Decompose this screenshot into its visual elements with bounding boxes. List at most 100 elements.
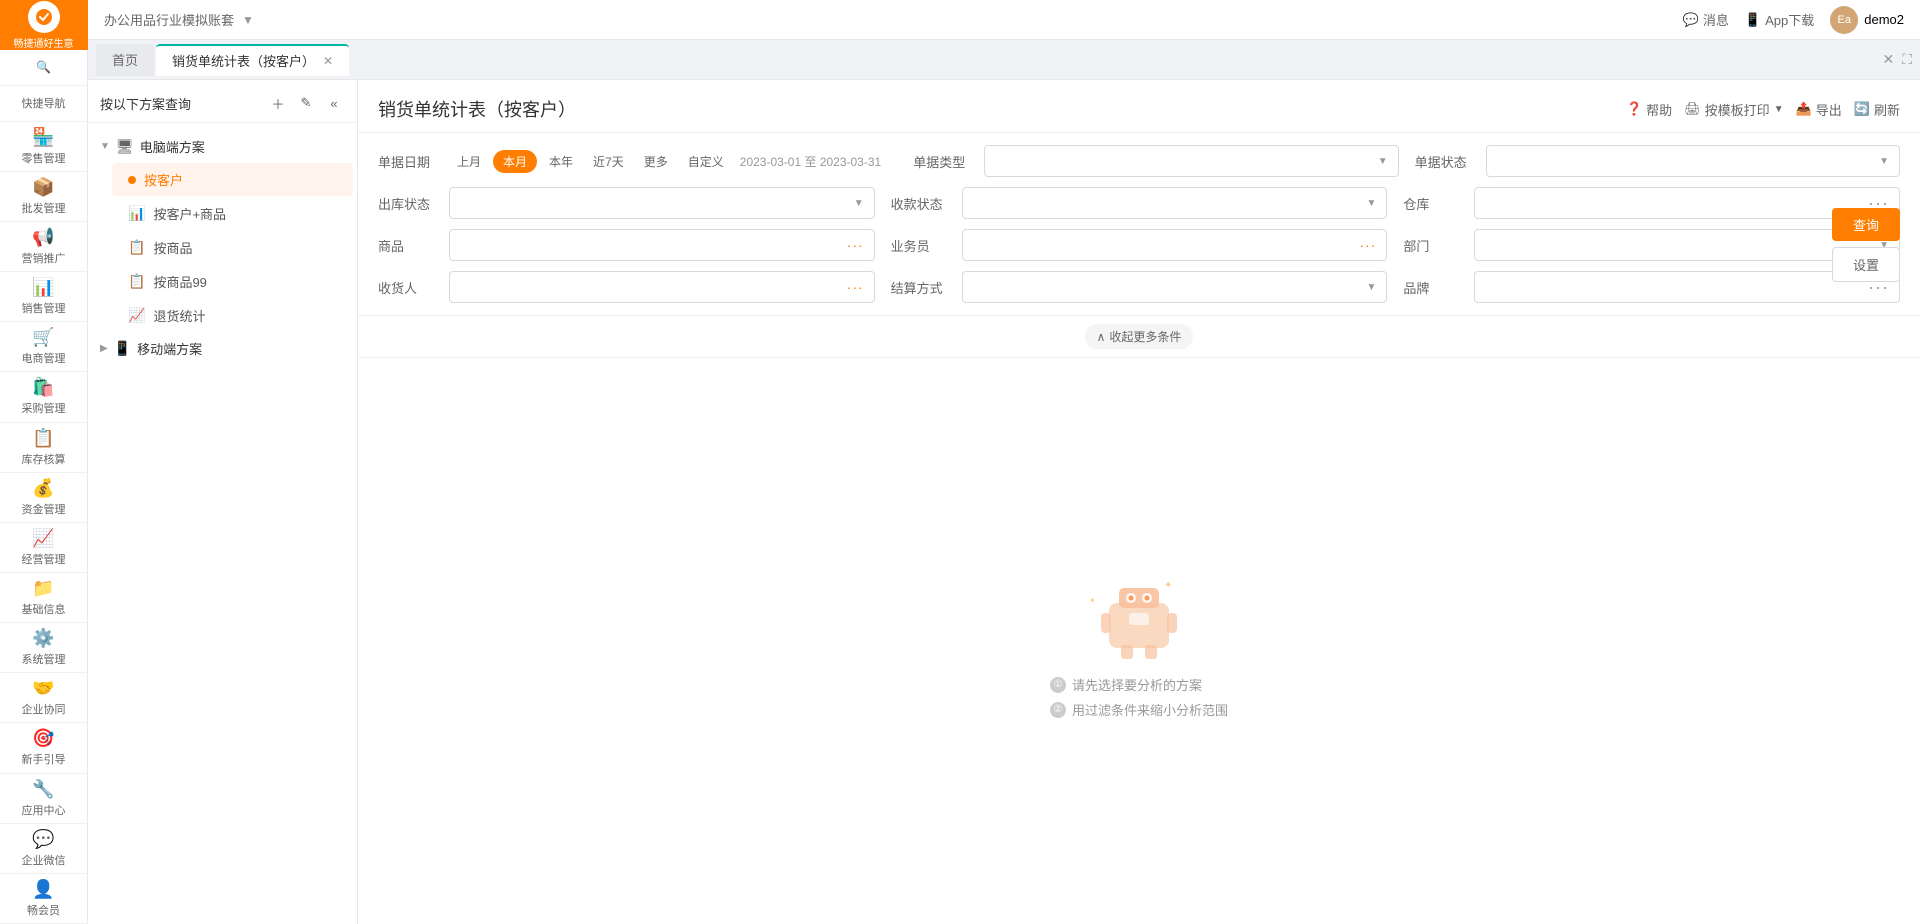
date-this-year[interactable]: 本年 [541, 150, 581, 173]
sidebar-item-system[interactable]: ⚙️ 系统管理 [0, 623, 88, 673]
sidebar-label-marketing: 营销推广 [22, 250, 66, 266]
doc-status-select[interactable]: ▼ [1486, 145, 1900, 177]
payment-label: 结算方式 [891, 278, 946, 297]
expand-tab-btn[interactable]: ⛶ [1902, 51, 1912, 68]
scheme-return-stat-label: 退货统计 [153, 306, 205, 325]
scheme-by-goods[interactable]: 📋 按商品 [112, 231, 353, 264]
avatar: Ea [1830, 6, 1858, 34]
sidebar-item-wechat[interactable]: 💬 企业微信 [0, 824, 88, 874]
collapse-btn[interactable]: ∧ 收起更多条件 [1085, 324, 1194, 349]
content-area: 按以下方案查询 ＋ ✎ « ▼ [88, 80, 1920, 924]
sidebar-item-operations[interactable]: 📈 经营管理 [0, 523, 88, 573]
salesperson-label: 业务员 [891, 236, 946, 255]
wholesale-icon: 📦 [32, 177, 54, 198]
filter-row-1: 单据日期 上月 本月 本年 近7天 更多 自定义 2023-03-01 至 20… [378, 145, 1900, 177]
sidebar-item-app[interactable]: 🔧 应用中心 [0, 774, 88, 824]
finance-icon: 💰 [32, 478, 54, 499]
desktop-icon: 🖥 [116, 138, 134, 155]
tip-text-2: 用过滤条件来缩小分析范围 [1072, 700, 1228, 719]
date-label: 单据日期 [378, 152, 433, 171]
svg-text:✦: ✦ [1164, 580, 1172, 591]
doc-type-arrow: ▼ [1378, 156, 1388, 167]
sidebar-item-retail[interactable]: 🏪 零售管理 [0, 122, 88, 172]
marketing-icon: 📢 [32, 227, 54, 248]
top-bar: 办公用品行业模拟账套 ▼ 💬 消息 📱 App下载 Ea demo2 [88, 0, 1920, 40]
app-download-btn[interactable]: 📱 App下载 [1745, 10, 1814, 29]
date-more[interactable]: 更多 [636, 150, 676, 173]
refresh-btn[interactable]: 🔄 刷新 [1854, 100, 1900, 119]
date-quick-btns: 上月 本月 本年 近7天 更多 自定义 2023-03-01 至 2023-03… [449, 150, 881, 173]
sidebar-item-sales[interactable]: 📊 销售管理 [0, 272, 88, 322]
help-btn[interactable]: ❓ 帮助 [1626, 100, 1672, 119]
settings-btn[interactable]: 设置 [1832, 247, 1900, 282]
scheme-by-customer[interactable]: 按客户 [112, 163, 353, 196]
collapse-label: 收起更多条件 [1109, 328, 1181, 345]
payment-select[interactable]: ▼ [962, 271, 1388, 303]
app-download-label: App下载 [1765, 10, 1814, 29]
date-custom[interactable]: 自定义 [680, 150, 732, 173]
salesperson-input[interactable]: ··· [962, 229, 1388, 261]
edit-scheme-btn[interactable]: ✎ [295, 92, 317, 114]
scheme-by-customer-goods[interactable]: 📊 按客户+商品 [112, 197, 353, 230]
receipt-status-select[interactable]: ▼ [962, 187, 1388, 219]
sidebar-item-basic[interactable]: 📁 基础信息 [0, 573, 88, 623]
empty-tip-2: ② 用过滤条件来缩小分析范围 [1050, 700, 1228, 719]
sidebar-item-purchase[interactable]: 🛍️ 采购管理 [0, 372, 88, 422]
goods-input[interactable]: ··· [449, 229, 875, 261]
collapse-row: ∧ 收起更多条件 [358, 316, 1920, 358]
sidebar-item-finance[interactable]: 💰 资金管理 [0, 473, 88, 523]
filter-row-3: 商品 ··· 业务员 ··· 部门 ▼ [378, 229, 1900, 261]
right-panel: 销货单统计表（按客户） ❓ 帮助 🖨 按模板打印 ▼ 📤 导出 [358, 80, 1920, 924]
basic-icon: 📁 [32, 578, 54, 599]
tab-home[interactable]: 首页 [96, 44, 154, 76]
collapse-panel-btn[interactable]: « [323, 92, 345, 114]
purchase-icon: 🛍️ [32, 377, 54, 398]
page-header: 销货单统计表（按客户） ❓ 帮助 🖨 按模板打印 ▼ 📤 导出 [358, 80, 1920, 133]
export-btn[interactable]: 📤 导出 [1796, 100, 1842, 119]
sidebar-item-wholesale[interactable]: 📦 批发管理 [0, 172, 88, 222]
sidebar-item-member[interactable]: 👤 畅会员 [0, 874, 88, 924]
empty-icon: ✦ ✦ [1079, 563, 1199, 663]
ship-status-select[interactable]: ▼ [449, 187, 875, 219]
tab-bar-actions: ✕ ⛶ [1882, 51, 1912, 68]
scheme-by-customer-goods-label: 按客户+商品 [153, 204, 226, 223]
doc-type-select[interactable]: ▼ [984, 145, 1398, 177]
close-all-tabs-btn[interactable]: ✕ [1882, 51, 1894, 68]
receiver-input[interactable]: ··· [449, 271, 875, 303]
tab-sales-stat[interactable]: 销货单统计表（按客户） ✕ [156, 44, 349, 76]
sidebar-quick-nav[interactable]: 快捷导航 [0, 86, 88, 122]
filter-row-2: 出库状态 ▼ 收款状态 ▼ 仓库 ··· [378, 187, 1900, 219]
tree-group-desktop-header[interactable]: ▼ 🖥 电脑端方案 [88, 131, 357, 162]
sidebar-item-guide[interactable]: 🎯 新手引导 [0, 723, 88, 773]
message-btn[interactable]: 💬 消息 [1683, 10, 1729, 29]
collapse-icon: « [330, 96, 337, 111]
tab-close-icon[interactable]: ✕ [323, 54, 333, 68]
left-panel-title: 按以下方案查询 [100, 94, 191, 113]
date-7days[interactable]: 近7天 [585, 150, 632, 173]
sidebar-item-marketing[interactable]: 📢 营销推广 [0, 222, 88, 272]
chart-icon-1: 📊 [128, 205, 145, 222]
ecommerce-icon: 🛒 [32, 327, 54, 348]
receiver-label: 收货人 [378, 278, 433, 297]
scheme-return-stat[interactable]: 📈 退货统计 [112, 299, 353, 332]
sidebar-label-inventory: 库存核算 [22, 451, 66, 467]
svg-text:✦: ✦ [1089, 596, 1096, 605]
sidebar-label-operations: 经营管理 [22, 551, 66, 567]
user-area[interactable]: Ea demo2 [1830, 6, 1904, 34]
scheme-by-customer-label: 按客户 [144, 170, 183, 189]
sidebar-item-collab[interactable]: 🤝 企业协同 [0, 673, 88, 723]
query-btn[interactable]: 查询 [1832, 208, 1900, 241]
print-btn[interactable]: 🖨 按模板打印 ▼ [1684, 100, 1783, 119]
sidebar-search[interactable]: 🔍 [0, 50, 88, 86]
add-scheme-btn[interactable]: ＋ [267, 92, 289, 114]
breadcrumb-arrow[interactable]: ▼ [242, 13, 254, 27]
scheme-by-goods99[interactable]: 📋 按商品99 [112, 265, 353, 298]
collapse-up-icon: ∧ [1097, 330, 1106, 344]
tree-group-mobile-header[interactable]: ▶ 📱 移动端方案 [88, 333, 357, 364]
date-last-month[interactable]: 上月 [449, 150, 489, 173]
date-this-month[interactable]: 本月 [493, 150, 537, 173]
sidebar-label-retail: 零售管理 [22, 150, 66, 166]
sidebar-item-inventory[interactable]: 📋 库存核算 [0, 423, 88, 473]
export-icon: 📤 [1796, 101, 1812, 117]
sidebar-item-ecommerce[interactable]: 🛒 电商管理 [0, 322, 88, 372]
